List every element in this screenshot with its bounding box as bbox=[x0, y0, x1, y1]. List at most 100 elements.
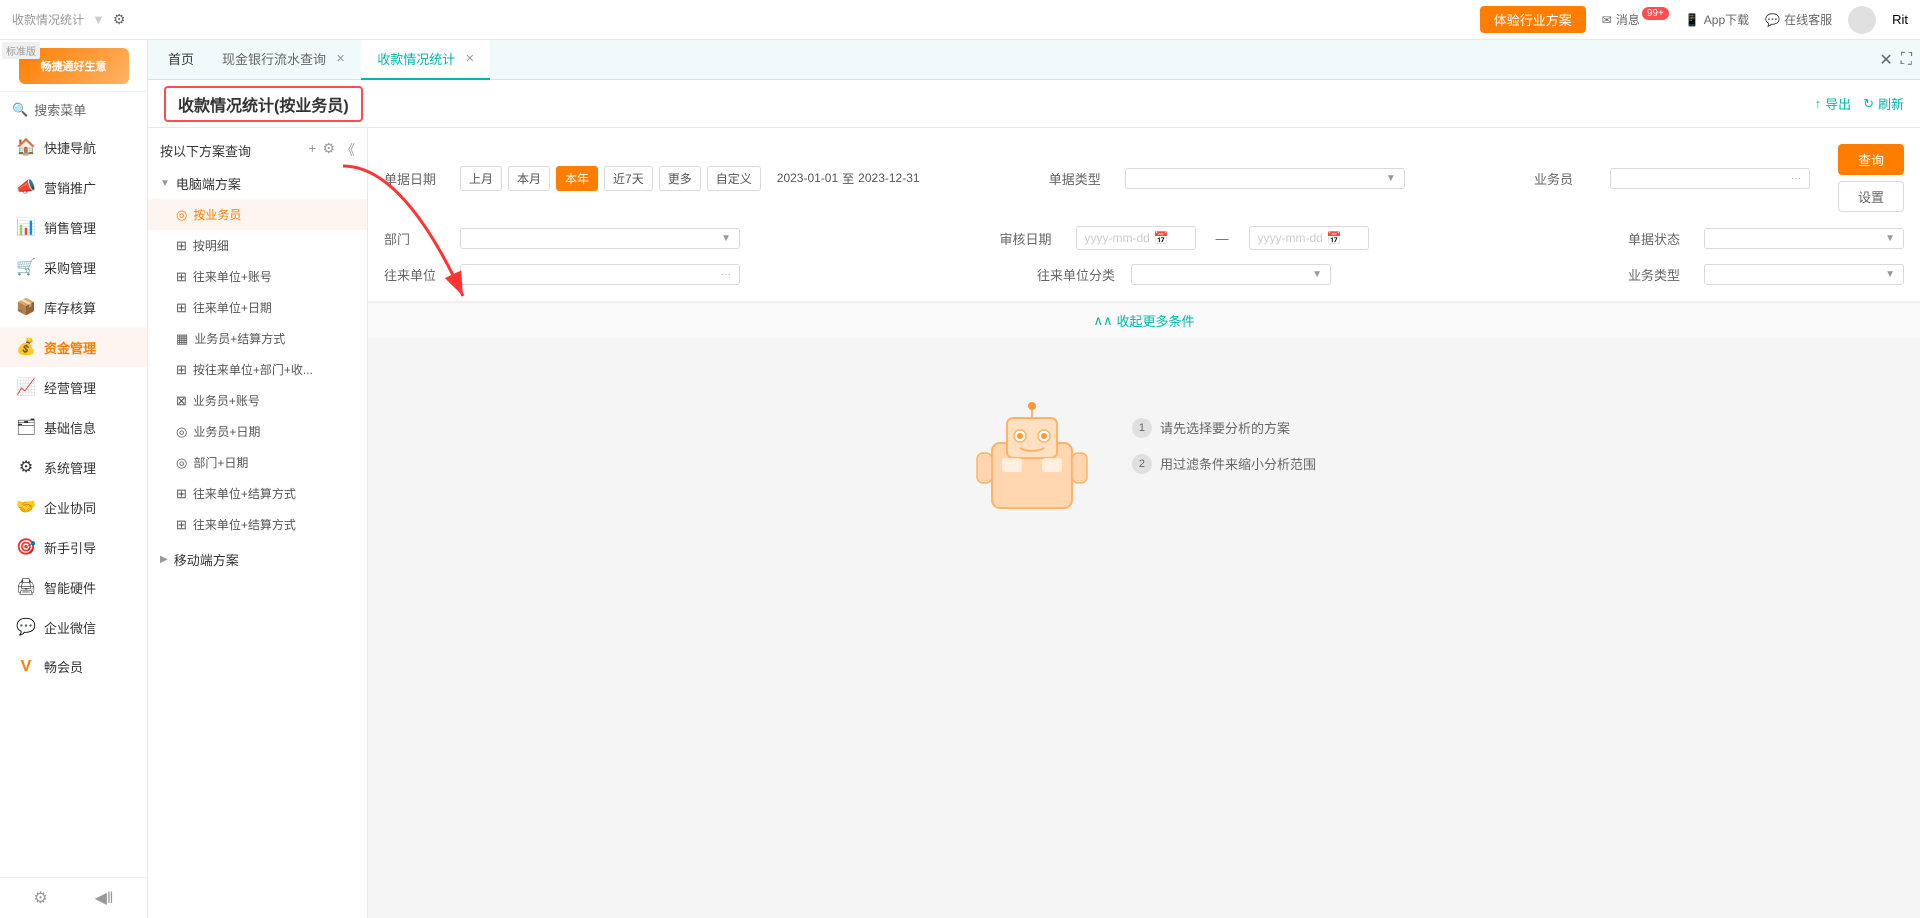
scheme-label: 按往来单位+部门+收... bbox=[193, 361, 313, 378]
tab-bank-flow[interactable]: 现金银行流水查询 ✕ bbox=[206, 40, 361, 80]
scheme-item-partner-account[interactable]: ⊞ 往来单位+账号 bbox=[148, 261, 367, 292]
scheme-collapse-icon[interactable]: 《 bbox=[341, 140, 355, 160]
sidebar-item-inventory[interactable]: 📦 库存核算 bbox=[0, 287, 147, 327]
doc-status-chevron: ▼ bbox=[1885, 233, 1895, 244]
partner-settlement2-icon: ⊞ bbox=[176, 517, 187, 533]
export-button[interactable]: ↑ 导出 bbox=[1815, 94, 1852, 113]
top-header-left: 收款情况统计 ▼ ⚙ bbox=[12, 11, 125, 28]
sidebar-item-label: 新手引导 bbox=[44, 538, 96, 557]
refresh-button[interactable]: ↻ 刷新 bbox=[1863, 94, 1904, 113]
scheme-item-partner-settlement2[interactable]: ⊞ 往来单位+结算方式 bbox=[148, 509, 367, 540]
sidebar-item-system[interactable]: ⚙ 系统管理 bbox=[0, 447, 147, 487]
sidebar-item-corp-collab[interactable]: 🤝 企业协同 bbox=[0, 487, 147, 527]
review-date-label: 审核日期 bbox=[1000, 229, 1060, 248]
doc-status-select[interactable]: ▼ bbox=[1704, 228, 1904, 249]
sidebar-settings-btn[interactable]: ⚙ bbox=[33, 888, 47, 908]
partner-more-icon: ··· bbox=[721, 269, 731, 280]
partner-dept-receipt-icon: ⊞ bbox=[176, 362, 187, 378]
salesman-select[interactable]: ··· bbox=[1610, 168, 1810, 189]
sidebar-item-marketing[interactable]: 📣 营销推广 bbox=[0, 167, 147, 207]
scheme-label: 按明细 bbox=[193, 237, 229, 254]
sidebar-item-operation[interactable]: 📈 经营管理 bbox=[0, 367, 147, 407]
sidebar-item-search[interactable]: 🔍 搜索菜单 bbox=[0, 92, 147, 127]
tip-text-2: 用过滤条件来缩小分析范围 bbox=[1160, 454, 1316, 473]
trial-button[interactable]: 体验行业方案 bbox=[1480, 6, 1586, 33]
action-buttons: 查询 设置 bbox=[1838, 144, 1904, 212]
review-date-from[interactable]: yyyy-mm-dd 📅 bbox=[1076, 226, 1196, 250]
sidebar-item-base-info[interactable]: 🗂 基础信息 bbox=[0, 407, 147, 447]
collapse-up-icon: ∧∧ bbox=[1093, 313, 1112, 329]
doc-type-chevron: ▼ bbox=[1386, 173, 1396, 184]
refresh-icon: ↻ bbox=[1863, 96, 1874, 112]
main-layout: 畅捷通好生意 标准版 🔍 搜索菜单 🏠 快捷导航 📣 营销推广 📊 销售管理 🛒… bbox=[0, 40, 1920, 918]
sidebar-item-sales[interactable]: 📊 销售管理 bbox=[0, 207, 147, 247]
scheme-label: 往来单位+结算方式 bbox=[193, 485, 296, 502]
partner-account-icon: ⊞ bbox=[176, 269, 187, 285]
avatar[interactable] bbox=[1848, 6, 1876, 34]
scheme-item-by-salesman[interactable]: ◎ 按业务员 bbox=[148, 199, 367, 230]
tab-home[interactable]: 首页 bbox=[156, 40, 206, 80]
date-this-year-btn[interactable]: 本年 bbox=[556, 166, 598, 191]
sidebar-item-label: 库存核算 bbox=[44, 298, 96, 317]
salesman-chevron: ··· bbox=[1791, 173, 1801, 184]
tab-receipt-stats-close[interactable]: ✕ bbox=[465, 52, 474, 65]
scheme-settings-icon[interactable]: ⚙ bbox=[322, 140, 335, 160]
messages-action[interactable]: ✉ 消息 99+ bbox=[1602, 11, 1669, 28]
collapse-bar[interactable]: ∧∧ 收起更多条件 bbox=[368, 302, 1920, 338]
sidebar-item-purchase[interactable]: 🛒 采购管理 bbox=[0, 247, 147, 287]
settings-button[interactable]: 设置 bbox=[1838, 181, 1904, 212]
sidebar-item-vip[interactable]: V 畅会员 bbox=[0, 647, 147, 686]
sidebar-item-smart-hw[interactable]: 🖨 智能硬件 bbox=[0, 567, 147, 607]
scheme-label: 业务员+日期 bbox=[193, 423, 260, 440]
operation-icon: 📈 bbox=[16, 377, 36, 397]
dept-select[interactable]: ▼ bbox=[460, 228, 740, 249]
query-button[interactable]: 查询 bbox=[1838, 144, 1904, 175]
review-date-to[interactable]: yyyy-mm-dd 📅 bbox=[1249, 226, 1369, 250]
sidebar-item-label: 采购管理 bbox=[44, 258, 96, 277]
gear-icon[interactable]: ⚙ bbox=[113, 11, 126, 28]
date-this-month-btn[interactable]: 本月 bbox=[508, 166, 550, 191]
tab-maximize-icon[interactable]: ⛶ bbox=[1901, 51, 1912, 69]
tab-close-all-icon[interactable]: ✕ bbox=[1879, 50, 1892, 70]
app-download-label: App下载 bbox=[1704, 11, 1749, 28]
app-download-action[interactable]: 📱 App下载 bbox=[1685, 11, 1749, 28]
add-scheme-icon[interactable]: + bbox=[308, 140, 316, 160]
sidebar-item-quick-nav[interactable]: 🏠 快捷导航 bbox=[0, 127, 147, 167]
online-service-action[interactable]: 💬 在线客服 bbox=[1765, 11, 1832, 28]
scheme-group-mobile-title[interactable]: ▶ 移动端方案 bbox=[148, 544, 367, 575]
doc-type-select[interactable]: ▼ bbox=[1125, 168, 1405, 189]
scheme-item-salesman-account[interactable]: ⊠ 业务员+账号 bbox=[148, 385, 367, 416]
scheme-label: 往来单位+结算方式 bbox=[193, 516, 296, 533]
tab-bank-flow-close[interactable]: ✕ bbox=[336, 52, 345, 65]
scheme-item-salesman-date[interactable]: ◎ 业务员+日期 bbox=[148, 416, 367, 447]
date-prev-month-btn[interactable]: 上月 bbox=[460, 166, 502, 191]
partner-select[interactable]: ··· bbox=[460, 264, 740, 285]
date-recent7-btn[interactable]: 近7天 bbox=[604, 166, 653, 191]
scheme-item-partner-dept-receipt[interactable]: ⊞ 按往来单位+部门+收... bbox=[148, 354, 367, 385]
calendar-from-icon: 📅 bbox=[1154, 231, 1169, 245]
scheme-item-partner-settlement1[interactable]: ⊞ 往来单位+结算方式 bbox=[148, 478, 367, 509]
scheme-item-partner-date[interactable]: ⊞ 往来单位+日期 bbox=[148, 292, 367, 323]
scheme-group-desktop-title[interactable]: ▼ 电脑端方案 bbox=[148, 168, 367, 199]
partner-category-select[interactable]: ▼ bbox=[1131, 264, 1331, 285]
tab-receipt-stats-label: 收款情况统计 bbox=[377, 49, 455, 68]
salesman-settlement-icon: ▦ bbox=[176, 331, 188, 347]
date-more-btn[interactable]: 更多 bbox=[659, 166, 701, 191]
scheme-label: 往来单位+日期 bbox=[193, 299, 272, 316]
robot-illustration bbox=[972, 398, 1092, 518]
sidebar-item-finance[interactable]: 💰 资金管理 bbox=[0, 327, 147, 367]
date-custom-btn[interactable]: 自定义 bbox=[707, 166, 761, 191]
sidebar-item-label: 系统管理 bbox=[44, 458, 96, 477]
sidebar: 畅捷通好生意 标准版 🔍 搜索菜单 🏠 快捷导航 📣 营销推广 📊 销售管理 🛒… bbox=[0, 40, 148, 918]
empty-tip-2: 2 用过滤条件来缩小分析范围 bbox=[1132, 454, 1316, 474]
smart-hw-icon: 🖨 bbox=[16, 577, 36, 597]
scheme-item-by-detail[interactable]: ⊞ 按明细 bbox=[148, 230, 367, 261]
biz-type-select[interactable]: ▼ bbox=[1704, 264, 1904, 285]
tab-receipt-stats[interactable]: 收款情况统计 ✕ bbox=[361, 40, 490, 80]
sidebar-item-beginner[interactable]: 🎯 新手引导 bbox=[0, 527, 147, 567]
scheme-item-salesman-settlement[interactable]: ▦ 业务员+结算方式 bbox=[148, 323, 367, 354]
sidebar-item-corp-wechat[interactable]: 💬 企业微信 bbox=[0, 607, 147, 647]
scheme-item-dept-date[interactable]: ◎ 部门+日期 bbox=[148, 447, 367, 478]
scheme-group-desktop: ▼ 电脑端方案 ◎ 按业务员 ⊞ 按明细 ⊞ 往来单位+账号 bbox=[148, 168, 367, 540]
sidebar-collapse-btn[interactable]: ◀‖ bbox=[95, 888, 114, 908]
